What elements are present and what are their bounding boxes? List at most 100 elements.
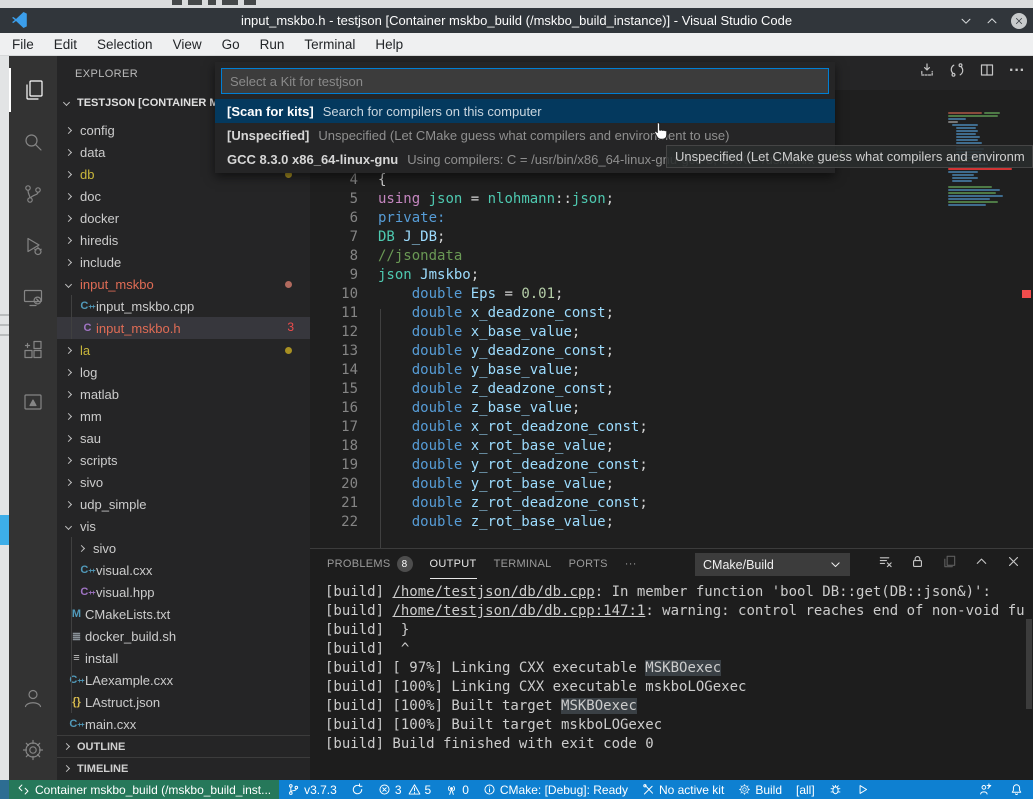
quickpick-item-scan-for-kits[interactable]: [Scan for kits] Search for compilers on t…	[215, 99, 835, 123]
close-icon[interactable]	[1011, 12, 1027, 29]
tree-item-include[interactable]: include	[57, 251, 310, 273]
tree-item-cmakelists-txt[interactable]: M CMakeLists.txt	[57, 603, 310, 625]
code-line-9[interactable]: 9 json Jmskbo;	[310, 266, 970, 285]
tree-item-scripts[interactable]: scripts	[57, 449, 310, 471]
code-line-20[interactable]: 20 double y_rot_base_value;	[310, 475, 970, 494]
lock-icon[interactable]	[910, 554, 925, 569]
tree-item-docker-build-sh[interactable]: ≣ docker_build.sh	[57, 625, 310, 647]
tree-item-input-mskbo-cpp[interactable]: C++ input_mskbo.cpp	[57, 295, 310, 317]
status-all[interactable]: [all]	[796, 783, 815, 797]
code-line-19[interactable]: 19 double y_rot_deadzone_const;	[310, 456, 970, 475]
code-line-16[interactable]: 16 double z_base_value;	[310, 399, 970, 418]
tree-item-doc[interactable]: doc	[57, 185, 310, 207]
status-feedback-icon[interactable]	[979, 783, 992, 796]
status-bell-icon[interactable]	[1010, 783, 1023, 796]
activity-account-icon[interactable]	[9, 676, 57, 720]
tree-item-visual-hpp[interactable]: C++ visual.hpp	[57, 581, 310, 603]
maximize-panel-icon[interactable]	[974, 554, 989, 569]
status-sync-icon[interactable]	[351, 783, 364, 796]
tree-item-vis[interactable]: vis	[57, 515, 310, 537]
activity-extensions-icon[interactable]	[9, 328, 57, 372]
menu-view[interactable]: View	[163, 33, 212, 55]
clear-output-icon[interactable]	[878, 554, 893, 569]
close-panel-icon[interactable]	[1006, 554, 1021, 569]
open-in-editor-icon[interactable]	[942, 554, 957, 569]
tree-item-input-mskbo[interactable]: input_mskbo	[57, 273, 310, 295]
status-warning-icon[interactable]: 5	[408, 783, 431, 797]
menu-terminal[interactable]: Terminal	[294, 33, 365, 55]
code-line-22[interactable]: 22 double z_rot_base_value;	[310, 513, 970, 532]
code-line-5[interactable]: 5 using json = nlohmann::json;	[310, 190, 970, 209]
tree-item-sivo[interactable]: sivo	[57, 537, 310, 559]
code-line-6[interactable]: 6 private:	[310, 209, 970, 228]
remote-indicator[interactable]: Container mskbo_build (/mskbo_build_inst…	[9, 780, 280, 799]
code-line-15[interactable]: 15 double z_deadzone_const;	[310, 380, 970, 399]
tree-item-mm[interactable]: mm	[57, 405, 310, 427]
tree-item-hiredis[interactable]: hiredis	[57, 229, 310, 251]
activity-settings-gear-icon[interactable]	[9, 728, 57, 772]
menu-file[interactable]: File	[2, 33, 44, 55]
minimap[interactable]	[948, 112, 1012, 262]
status-bug-icon[interactable]	[829, 783, 842, 796]
code-line-13[interactable]: 13 double y_deadzone_const;	[310, 342, 970, 361]
output-file-link[interactable]: /home/testjson/db/db.cpp:147:1	[392, 603, 645, 619]
menu-help[interactable]: Help	[365, 33, 413, 55]
outline-section[interactable]: OUTLINE	[57, 735, 310, 757]
tree-item-lastruct-json[interactable]: {} LAstruct.json	[57, 691, 310, 713]
status-play-icon[interactable]	[856, 783, 869, 796]
status-git-branch-icon[interactable]: v3.7.3	[287, 783, 337, 797]
panel-tab-output[interactable]: OUTPUT	[429, 549, 477, 579]
tree-item-la[interactable]: la	[57, 339, 310, 361]
tree-item-udp-simple[interactable]: udp_simple	[57, 493, 310, 515]
code-line-17[interactable]: 17 double x_rot_deadzone_const;	[310, 418, 970, 437]
status-radio-tower-icon[interactable]: 0	[445, 783, 469, 797]
timeline-section[interactable]: TIMELINE	[57, 757, 310, 779]
tree-item-sau[interactable]: sau	[57, 427, 310, 449]
maximize-icon[interactable]	[985, 14, 999, 28]
status-gear-icon[interactable]: Build	[738, 783, 782, 797]
minimize-icon[interactable]	[959, 14, 973, 28]
split-editor-icon[interactable]	[979, 62, 995, 78]
status-tools-icon[interactable]: No active kit	[642, 783, 724, 797]
code-line-7[interactable]: 7 DB J_DB;	[310, 228, 970, 247]
tree-item-laexample-cxx[interactable]: C++ LAexample.cxx	[57, 669, 310, 691]
more-actions-icon[interactable]: ···	[1009, 62, 1025, 80]
code-line-4[interactable]: 4{	[310, 171, 970, 190]
panel-scrollbar[interactable]	[1026, 619, 1032, 709]
tree-item-install[interactable]: ≡ install	[57, 647, 310, 669]
activity-remote-explorer-icon[interactable]	[9, 276, 57, 320]
panel-tab-ports[interactable]: PORTS	[569, 549, 608, 579]
panel-tab-[interactable]: ···	[625, 549, 637, 579]
activity-source-control-icon[interactable]	[9, 172, 57, 216]
tree-item-log[interactable]: log	[57, 361, 310, 383]
panel-tab-problems[interactable]: PROBLEMS 8	[327, 549, 413, 579]
code-line-14[interactable]: 14 double y_base_value;	[310, 361, 970, 380]
activity-box-triangle-icon[interactable]	[9, 380, 57, 424]
code-line-18[interactable]: 18 double x_rot_base_value;	[310, 437, 970, 456]
menu-selection[interactable]: Selection	[87, 33, 163, 55]
menu-edit[interactable]: Edit	[44, 33, 87, 55]
code-line-12[interactable]: 12 double x_base_value;	[310, 323, 970, 342]
activity-files-icon[interactable]	[9, 68, 57, 112]
quickpick-item-unspecified[interactable]: [Unspecified] Unspecified (Let CMake gues…	[215, 123, 835, 147]
activity-search-icon[interactable]	[9, 120, 57, 164]
code-line-8[interactable]: 8 //jsondata	[310, 247, 970, 266]
tree-item-input-mskbo-h[interactable]: Cinput_mskbo.h 3	[57, 317, 310, 339]
menu-go[interactable]: Go	[212, 33, 250, 55]
code-line-21[interactable]: 21 double z_rot_deadzone_const;	[310, 494, 970, 513]
tree-item-matlab[interactable]: matlab	[57, 383, 310, 405]
menu-run[interactable]: Run	[250, 33, 295, 55]
quickpick-input[interactable]	[222, 69, 828, 93]
panel-tab-terminal[interactable]: TERMINAL	[494, 549, 552, 579]
tree-item-docker[interactable]: docker	[57, 207, 310, 229]
status-error-icon[interactable]: 3	[378, 783, 402, 797]
output-channel-dropdown[interactable]: CMake/Build	[695, 553, 850, 576]
status-info-icon[interactable]: CMake: [Debug]: Ready	[483, 783, 628, 797]
code-line-10[interactable]: 10 double Eps = 0.01;	[310, 285, 970, 304]
tree-item-visual-cxx[interactable]: C++ visual.cxx	[57, 559, 310, 581]
tree-item-sivo[interactable]: sivo	[57, 471, 310, 493]
output-file-link[interactable]: /home/testjson/db/db.cpp	[392, 584, 594, 600]
box-download-icon[interactable]	[919, 62, 935, 78]
switch-header-source-icon[interactable]	[949, 62, 965, 78]
tree-item-main-cxx[interactable]: C++ main.cxx	[57, 713, 310, 735]
